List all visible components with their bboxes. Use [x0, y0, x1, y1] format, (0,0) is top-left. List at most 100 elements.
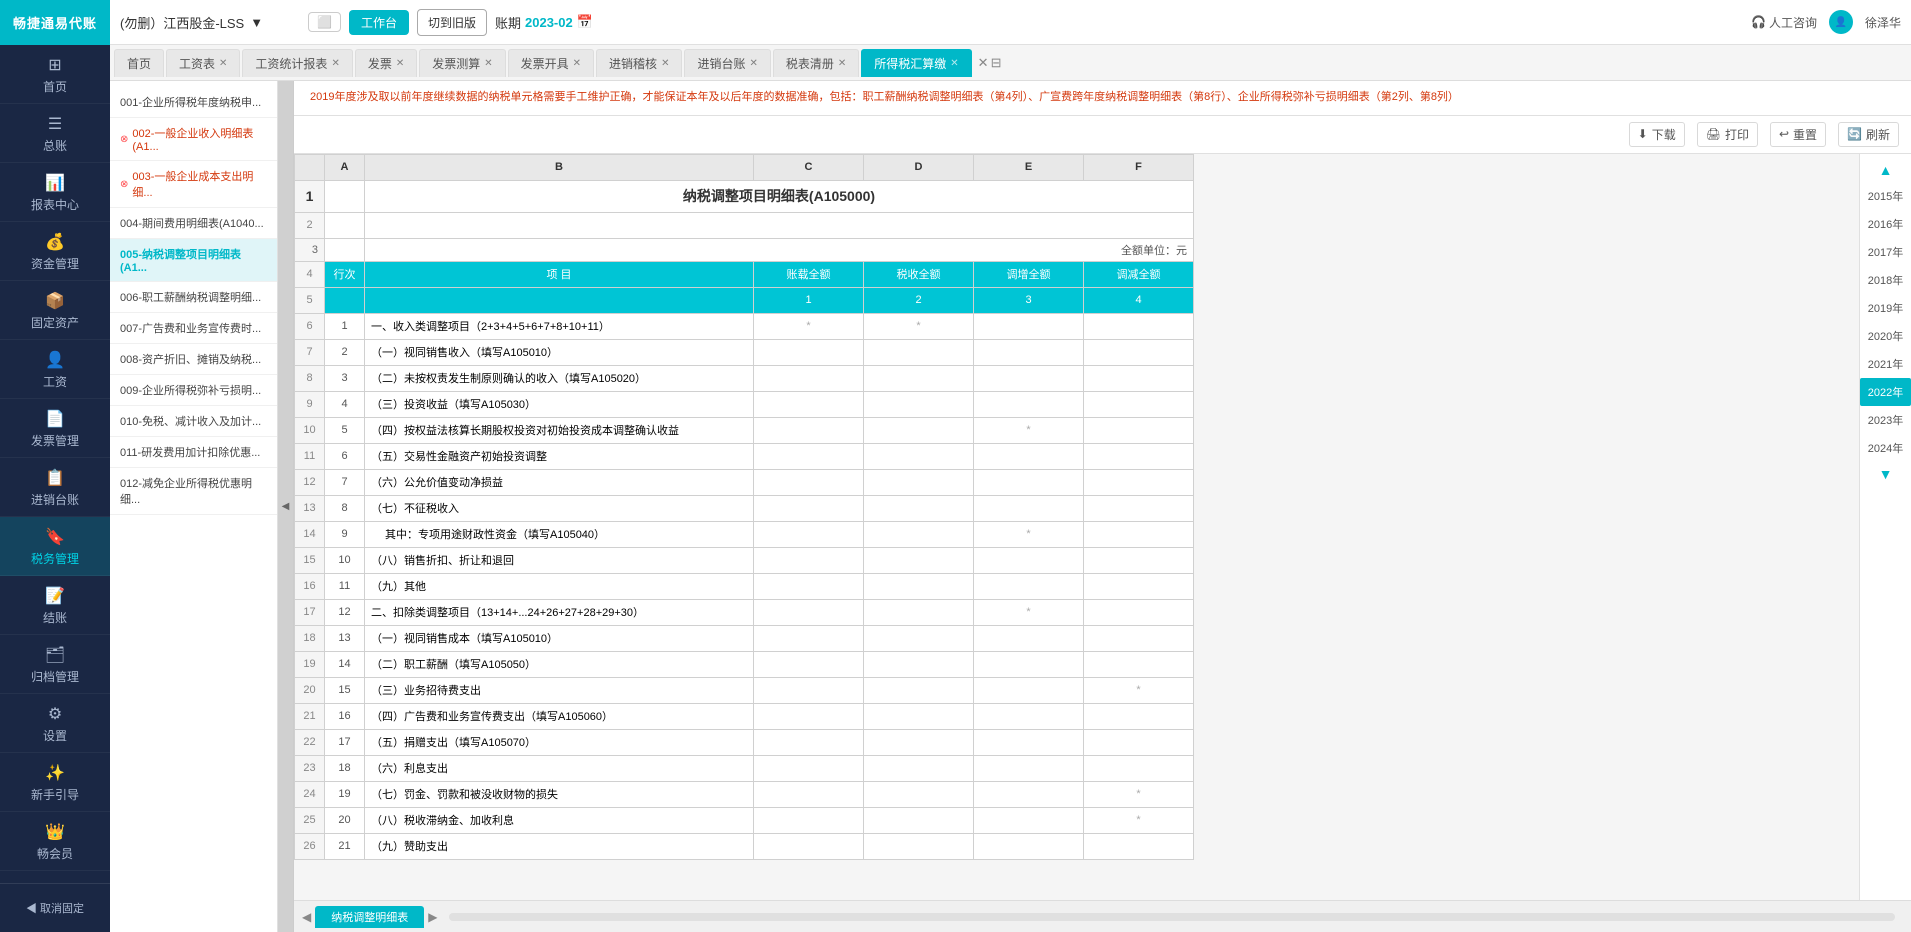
- collapse-panel-button[interactable]: ◀: [278, 81, 294, 932]
- year-2019[interactable]: 2019年: [1860, 294, 1911, 322]
- year-2017[interactable]: 2017年: [1860, 238, 1911, 266]
- tab-invoice-calc[interactable]: 发票测算 ✕: [419, 49, 505, 77]
- col-letter-row: A B C D E F: [295, 154, 1194, 180]
- data-row-11: 11 6 （五）交易性金融资产初始投资调整: [295, 443, 1194, 469]
- copy-icon-button[interactable]: ⬜: [308, 12, 341, 32]
- payroll-icon: 👤: [45, 350, 65, 370]
- data-row-23: 23 18 （六）利息支出: [295, 755, 1194, 781]
- year-2016[interactable]: 2016年: [1860, 210, 1911, 238]
- tab-purchase-ledger-close[interactable]: ✕: [749, 58, 757, 69]
- tab-purchase-audit[interactable]: 进销稽核 ✕: [596, 49, 682, 77]
- year-2022[interactable]: 2022年: [1860, 378, 1911, 406]
- sidebar-item-archive[interactable]: 🗂 归档管理: [0, 635, 110, 694]
- invoice-icon: 📄: [45, 409, 65, 429]
- left-item-011[interactable]: 011-研发费用加计扣除优惠...: [110, 437, 277, 468]
- data-row-18: 18 13 （一）视同销售成本（填写A105010）: [295, 625, 1194, 651]
- header-c3-label: 调增全额: [974, 261, 1084, 287]
- service-button[interactable]: 🎧 人工咨询: [1751, 14, 1817, 31]
- year-2018[interactable]: 2018年: [1860, 266, 1911, 294]
- left-item-006[interactable]: 006-职工薪酬纳税调整明细...: [110, 282, 277, 313]
- sidebar-item-member[interactable]: 👑 畅会员: [0, 812, 110, 871]
- company-dropdown-icon[interactable]: ▼: [250, 15, 263, 30]
- workbench-button[interactable]: 工作台: [349, 10, 409, 35]
- left-item-012[interactable]: 012-减免企业所得税优惠明细...: [110, 468, 277, 515]
- sidebar-item-home[interactable]: ⊞ 首页: [0, 45, 110, 104]
- data-row-21: 21 16 （四）广告费和业务宣传费支出（填写A105060）: [295, 703, 1194, 729]
- company-selector[interactable]: (勿删）江西股金-LSS ▼: [120, 13, 300, 32]
- year-up-button[interactable]: ▲: [1875, 158, 1897, 182]
- scroll-right-icon[interactable]: ▶: [428, 910, 437, 924]
- close-all-button[interactable]: ✕: [978, 55, 989, 71]
- content-area: 001-企业所得税年度纳税申... ⊗ 002-一般企业收入明细表(A1... …: [110, 81, 1911, 932]
- sheet-tab-tax-adjust[interactable]: 纳税调整明细表: [315, 906, 424, 928]
- tab-purchase-audit-close[interactable]: ✕: [661, 58, 669, 69]
- left-item-005[interactable]: 005-纳税调整项目明细表(A1...: [110, 239, 277, 282]
- rn-2: 2: [295, 212, 325, 238]
- left-item-008[interactable]: 008-资产折旧、摊销及纳税...: [110, 344, 277, 375]
- sidebar-item-settings[interactable]: ⚙ 设置: [0, 694, 110, 753]
- calendar-icon[interactable]: 📅: [577, 14, 593, 30]
- left-item-007[interactable]: 007-广告费和业务宣传费时...: [110, 313, 277, 344]
- unpin-button[interactable]: ◀ 取消固定: [0, 892, 110, 924]
- sidebar-item-tax[interactable]: 🔖 税务管理: [0, 517, 110, 576]
- year-2023[interactable]: 2023年: [1860, 406, 1911, 434]
- error-icon-003: ⊗: [120, 179, 128, 190]
- year-2020[interactable]: 2020年: [1860, 322, 1911, 350]
- switch-old-button[interactable]: 切到旧版: [417, 9, 487, 36]
- sidebar-item-payroll[interactable]: 👤 工资: [0, 340, 110, 399]
- tab-invoice[interactable]: 发票 ✕: [355, 49, 417, 77]
- unit-row-3: 3 全额单位：元: [295, 238, 1194, 261]
- sidebar-item-purchases[interactable]: 📋 进销台账: [0, 458, 110, 517]
- sidebar-logo: 畅捷通易代账: [0, 0, 110, 45]
- tab-tax-register[interactable]: 税表清册 ✕: [773, 49, 859, 77]
- data-row-14: 14 9 其中：专项用途财政性资金（填写A105040） *: [295, 521, 1194, 547]
- year-2024[interactable]: 2024年: [1860, 434, 1911, 462]
- sidebar-item-finance[interactable]: 💰 资金管理: [0, 222, 110, 281]
- tab-invoice-calc-close[interactable]: ✕: [484, 58, 492, 69]
- left-item-010[interactable]: 010-免税、减计收入及加计...: [110, 406, 277, 437]
- home-icon: ⊞: [48, 55, 61, 75]
- scroll-bar-area[interactable]: [449, 913, 1895, 921]
- tab-invoice-issue-close[interactable]: ✕: [573, 58, 581, 69]
- tab-payroll[interactable]: 工资表 ✕: [166, 49, 240, 77]
- data-row-15: 15 10 （八）销售折扣、折让和退回: [295, 547, 1194, 573]
- reset-button[interactable]: ↩ 重置: [1770, 122, 1826, 147]
- sidebar-item-guide[interactable]: ✨ 新手引导: [0, 753, 110, 812]
- sidebar-item-reports[interactable]: 📊 报表中心: [0, 163, 110, 222]
- scroll-left-icon[interactable]: ◀: [302, 910, 311, 924]
- sidebar-item-settle[interactable]: 📝 结账: [0, 576, 110, 635]
- left-item-002[interactable]: ⊗ 002-一般企业收入明细表(A1...: [110, 118, 277, 161]
- tab-purchase-ledger[interactable]: 进销台账 ✕: [684, 49, 770, 77]
- data-row-17: 17 12 二、扣除类调整项目（13+14+...24+26+27+28+29+…: [295, 599, 1194, 625]
- left-item-004[interactable]: 004-期间费用明细表(A1040...: [110, 208, 277, 239]
- tab-invoice-close[interactable]: ✕: [396, 58, 404, 69]
- data-row-16: 16 11 （九）其他: [295, 573, 1194, 599]
- left-item-003[interactable]: ⊗ 003-一般企业成本支出明细...: [110, 161, 277, 208]
- refresh-button[interactable]: 🔄 刷新: [1838, 122, 1899, 147]
- tab-payroll-report-close[interactable]: ✕: [331, 58, 339, 69]
- spreadsheet-scroll[interactable]: A B C D E F 1: [294, 154, 1859, 900]
- left-item-001[interactable]: 001-企业所得税年度纳税申...: [110, 87, 277, 118]
- rn-4: 4: [295, 261, 325, 287]
- col-a: A: [325, 154, 365, 180]
- left-item-009[interactable]: 009-企业所得税弥补亏损明...: [110, 375, 277, 406]
- sheet-bottom-tabs: ◀ 纳税调整明细表 ▶: [294, 900, 1911, 932]
- tab-payroll-report[interactable]: 工资统计报表 ✕: [242, 49, 352, 77]
- tab-home[interactable]: 首页: [114, 49, 164, 77]
- print-button[interactable]: 🖨 打印: [1697, 122, 1758, 147]
- tab-payroll-close[interactable]: ✕: [219, 58, 227, 69]
- year-2015[interactable]: 2015年: [1860, 182, 1911, 210]
- tab-tax-register-close[interactable]: ✕: [838, 58, 846, 69]
- download-button[interactable]: ⬇ 下载: [1629, 122, 1685, 147]
- tab-invoice-issue[interactable]: 发票开具 ✕: [508, 49, 594, 77]
- tab-income-tax[interactable]: 所得税汇算缴 ✕: [861, 49, 971, 77]
- sidebar-item-assets[interactable]: 📦 固定资产: [0, 281, 110, 340]
- tab-income-tax-close[interactable]: ✕: [950, 58, 958, 69]
- year-2021[interactable]: 2021年: [1860, 350, 1911, 378]
- data-row-24: 24 19 （七）罚金、罚款和被没收财物的损失 *: [295, 781, 1194, 807]
- minimize-icon[interactable]: ⊟: [991, 55, 1002, 71]
- sidebar-item-invoice[interactable]: 📄 发票管理: [0, 399, 110, 458]
- headset-icon: 🎧: [1751, 15, 1766, 29]
- sidebar-item-general-ledger[interactable]: ☰ 总账: [0, 104, 110, 163]
- year-down-button[interactable]: ▼: [1875, 462, 1897, 486]
